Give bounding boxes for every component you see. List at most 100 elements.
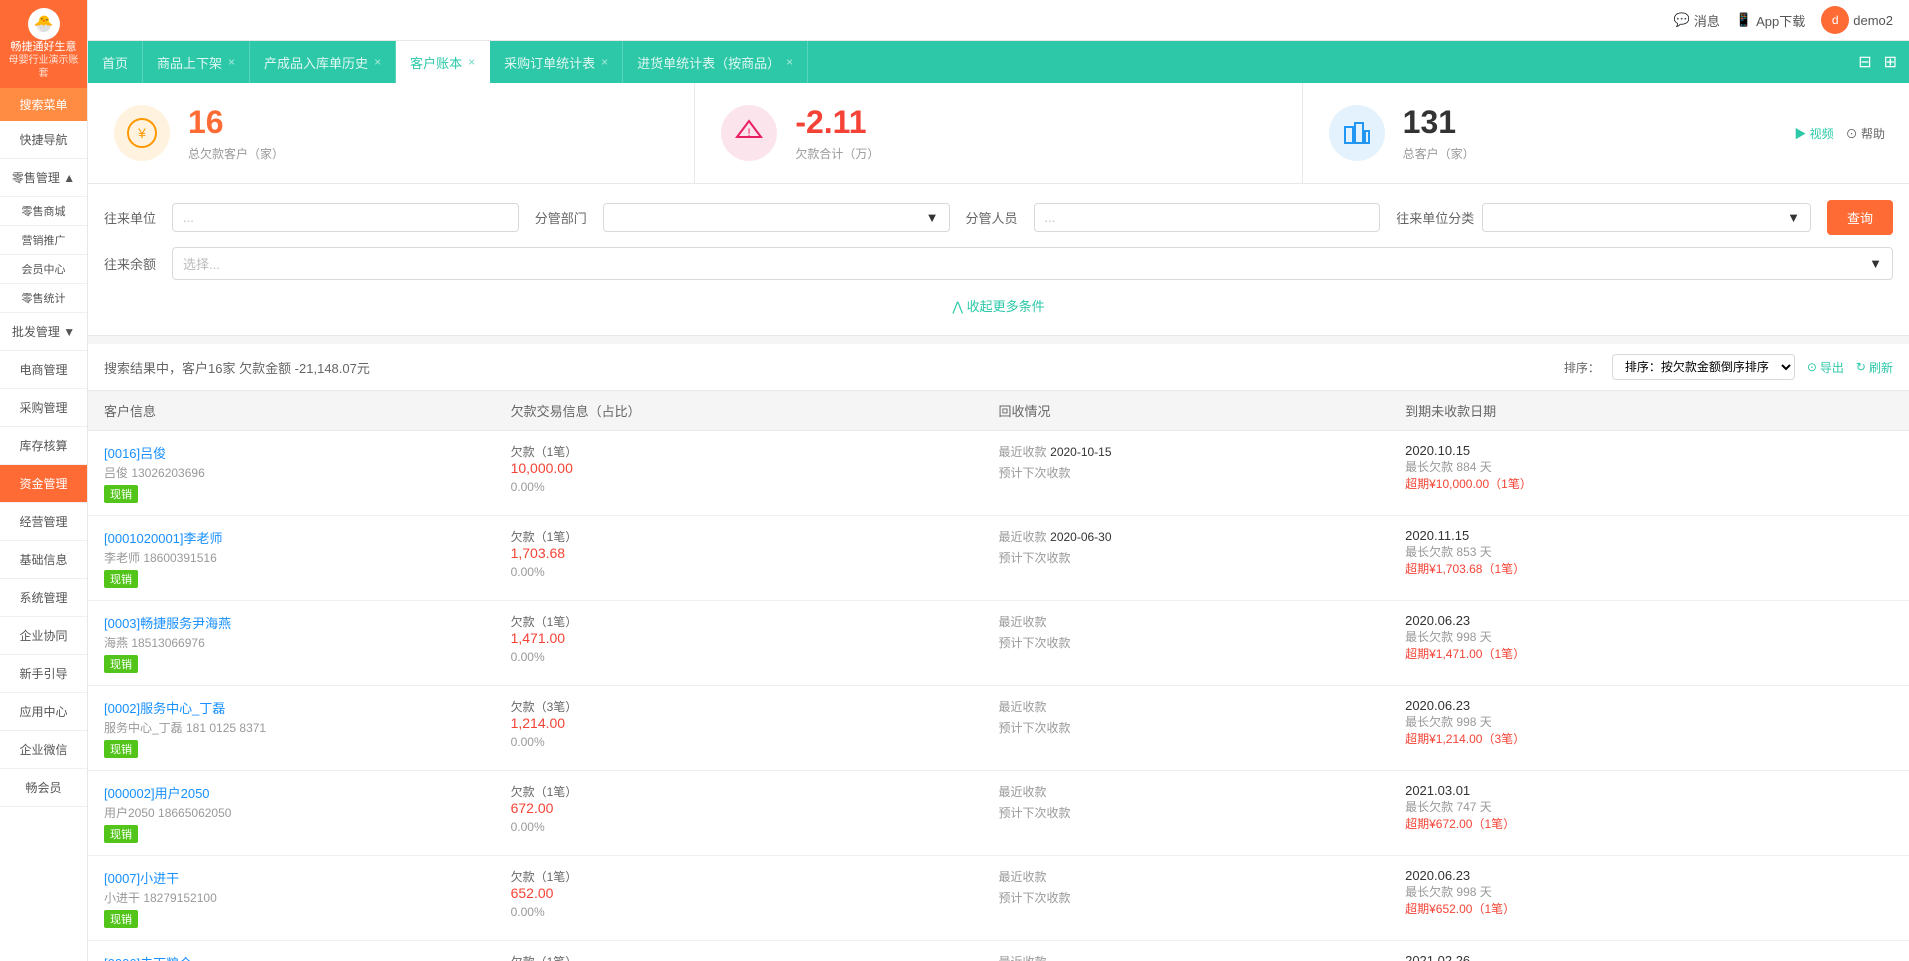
filter-group-balance: 往来余额 选择... ▼ [104, 247, 1893, 280]
overdue-info-2: 2020.06.23 最长欠款 998 天 超期¥1,471.00（1笔） [1405, 613, 1893, 662]
overdue-link-5[interactable]: 超期¥652.00（1笔） [1405, 900, 1893, 917]
sort-select[interactable]: 排序：按欠款金额倒序排序 [1612, 354, 1795, 380]
table-row: [0001020001]李老师 李老师 18600391516 现销 欠款（1笔… [88, 516, 1909, 601]
overdue-link-0[interactable]: 超期¥10,000.00（1笔） [1405, 475, 1893, 492]
customer-tag-4: 现销 [104, 825, 138, 843]
customer-contact-4: 用户2050 18665062050 [104, 804, 511, 821]
filter-group-dept: 分管部门 ▼ [535, 203, 950, 232]
filter-row-2: 往来余额 选择... ▼ [104, 247, 1893, 280]
sidebar-item-wechat[interactable]: 企业微信 [0, 731, 87, 769]
debt-info-1: 欠款（1笔） 1,703.68 0.00% [511, 528, 999, 579]
tab-close-production[interactable]: × [374, 55, 381, 69]
tab-products[interactable]: 商品上下架 × [143, 41, 250, 83]
next-payment-4: 预计下次收款 [999, 804, 1406, 821]
sidebar-item-ecom[interactable]: 电商管理 [0, 351, 87, 389]
debt-amount-0: 10,000.00 [511, 460, 999, 476]
debt-ratio-5: 0.00% [511, 905, 999, 919]
debt-ratio-0: 0.00% [511, 480, 999, 494]
customer-name-4[interactable]: [000002]用户2050 [104, 783, 511, 802]
debt-amount-1: 1,703.68 [511, 545, 999, 561]
app-download-button[interactable]: 📱 App下载 [1736, 11, 1805, 30]
dept-select[interactable]: ▼ [603, 203, 950, 232]
data-table: 客户信息 欠款交易信息（占比） 回收情况 到期未收款日期 [0016]吕俊 吕俊… [88, 391, 1909, 961]
tab-purchase[interactable]: 采购订单统计表 × [490, 41, 623, 83]
customer-name-3[interactable]: [0002]服务中心_丁磊 [104, 698, 511, 717]
avatar-icon: d [1821, 6, 1849, 34]
balance-placeholder: 选择... [183, 254, 220, 273]
collapse-button[interactable]: ⋀ 收起更多条件 [104, 292, 1893, 319]
sidebar-item-member[interactable]: 会员中心 [0, 255, 87, 284]
sidebar-item-search[interactable]: 搜索菜单 [0, 88, 87, 121]
filter-row-1: 往来单位 ... 分管部门 ▼ 分管人员 [104, 200, 1893, 235]
dept-label: 分管部门 [535, 208, 595, 227]
export-button[interactable]: ⊙ 导出 [1807, 359, 1844, 376]
balance-select[interactable]: 选择... ▼ [172, 247, 1893, 280]
tab-close-purchase[interactable]: × [601, 55, 608, 69]
tab-close-inventory[interactable]: × [786, 55, 793, 69]
tab-inventory[interactable]: 进货单统计表（按商品） × [623, 41, 808, 83]
unit-type-select[interactable]: ▼ [1482, 203, 1811, 232]
sidebar-item-apps[interactable]: 应用中心 [0, 693, 87, 731]
sidebar-item-ops[interactable]: 经营管理 [0, 503, 87, 541]
customer-name-1[interactable]: [0001020001]李老师 [104, 528, 511, 547]
sidebar-item-retail-mall[interactable]: 零售商城 [0, 197, 87, 226]
debt-count-4: 欠款（1笔） [511, 783, 999, 800]
debt-amount-label: 欠款合计（万） [795, 145, 1277, 162]
sidebar-item-retail[interactable]: 零售管理 ▲ [0, 159, 87, 197]
customer-contact-5: 小进干 18279152100 [104, 889, 511, 906]
customer-tag-5: 现销 [104, 910, 138, 928]
debt-count-3: 欠款（3笔） [511, 698, 999, 715]
sidebar-item-base[interactable]: 基础信息 [0, 541, 87, 579]
customer-tag-0: 现销 [104, 485, 138, 503]
tab-close-customer[interactable]: × [468, 55, 475, 69]
tab-production[interactable]: 产成品入库单历史 × [250, 41, 396, 83]
overdue-link-1[interactable]: 超期¥1,703.68（1笔） [1405, 560, 1893, 577]
sidebar-item-quick-nav[interactable]: 快捷导航 [0, 121, 87, 159]
search-button[interactable]: 查询 [1827, 200, 1893, 235]
total-customers-label: 总客户（家） [1403, 145, 1779, 162]
refresh-button[interactable]: ↻ 刷新 [1856, 359, 1893, 376]
overdue-link-4[interactable]: 超期¥672.00（1笔） [1405, 815, 1893, 832]
sidebar-item-retail-stats[interactable]: 零售统计 [0, 284, 87, 313]
table-row: [000002]用户2050 用户2050 18665062050 现销 欠款（… [88, 771, 1909, 856]
sidebar-item-finance[interactable]: 资金管理 [0, 465, 87, 503]
debt-amount-icon: ! [721, 105, 777, 161]
manager-label: 分管人员 [966, 208, 1026, 227]
sidebar-item-marketing[interactable]: 营销推广 [0, 226, 87, 255]
from-unit-input[interactable]: ... [172, 203, 519, 232]
customer-info-5: [0007]小进干 小进干 18279152100 现销 [104, 868, 511, 928]
customer-contact-0: 吕俊 13026203696 [104, 464, 511, 481]
customer-name-6[interactable]: [0006]去下粮仓 [104, 953, 511, 961]
content-area: ¥ 16 总欠款客户（家） ! [88, 83, 1909, 961]
user-avatar[interactable]: d demo2 [1821, 6, 1893, 34]
sidebar-item-newbie[interactable]: 新手引导 [0, 655, 87, 693]
debt-info-4: 欠款（1笔） 672.00 0.00% [511, 783, 999, 834]
message-button[interactable]: 💬 消息 [1674, 11, 1720, 30]
sidebar-item-purchase[interactable]: 采购管理 [0, 389, 87, 427]
debt-customers-icon: ¥ [114, 105, 170, 161]
sidebar-item-inventory[interactable]: 库存核算 [0, 427, 87, 465]
sidebar-item-vip[interactable]: 畅会员 [0, 769, 87, 807]
customer-name-2[interactable]: [0003]畅捷服务尹海燕 [104, 613, 511, 632]
maximize-button[interactable]: ⊞ [1880, 52, 1901, 72]
customer-name-0[interactable]: [0016]吕俊 [104, 443, 511, 462]
help-btn[interactable]: ⊙ 帮助 [1846, 125, 1885, 142]
minimize-button[interactable]: ⊟ [1854, 52, 1875, 72]
tab-customer[interactable]: 客户账本 × [396, 41, 490, 83]
sidebar-item-corp[interactable]: 企业协同 [0, 617, 87, 655]
overdue-link-3[interactable]: 超期¥1,214.00（3笔） [1405, 730, 1893, 747]
manager-input[interactable]: ... [1034, 203, 1381, 232]
tab-home[interactable]: 首页 [88, 41, 143, 83]
customer-name-5[interactable]: [0007]小进干 [104, 868, 511, 887]
balance-label: 往来余额 [104, 254, 164, 273]
debt-ratio-2: 0.00% [511, 650, 999, 664]
sidebar-item-system[interactable]: 系统管理 [0, 579, 87, 617]
stat-actions: ▶ 视频 ⊙ 帮助 [1794, 125, 1885, 142]
sidebar-item-batch[interactable]: 批发管理 ▼ [0, 313, 87, 351]
view-video-btn[interactable]: ▶ 视频 [1794, 125, 1833, 142]
overdue-link-2[interactable]: 超期¥1,471.00（1笔） [1405, 645, 1893, 662]
debt-count-5: 欠款（1笔） [511, 868, 999, 885]
total-customers-value: 131 [1403, 104, 1779, 141]
debt-count-1: 欠款（1笔） [511, 528, 999, 545]
tab-close-products[interactable]: × [228, 55, 235, 69]
